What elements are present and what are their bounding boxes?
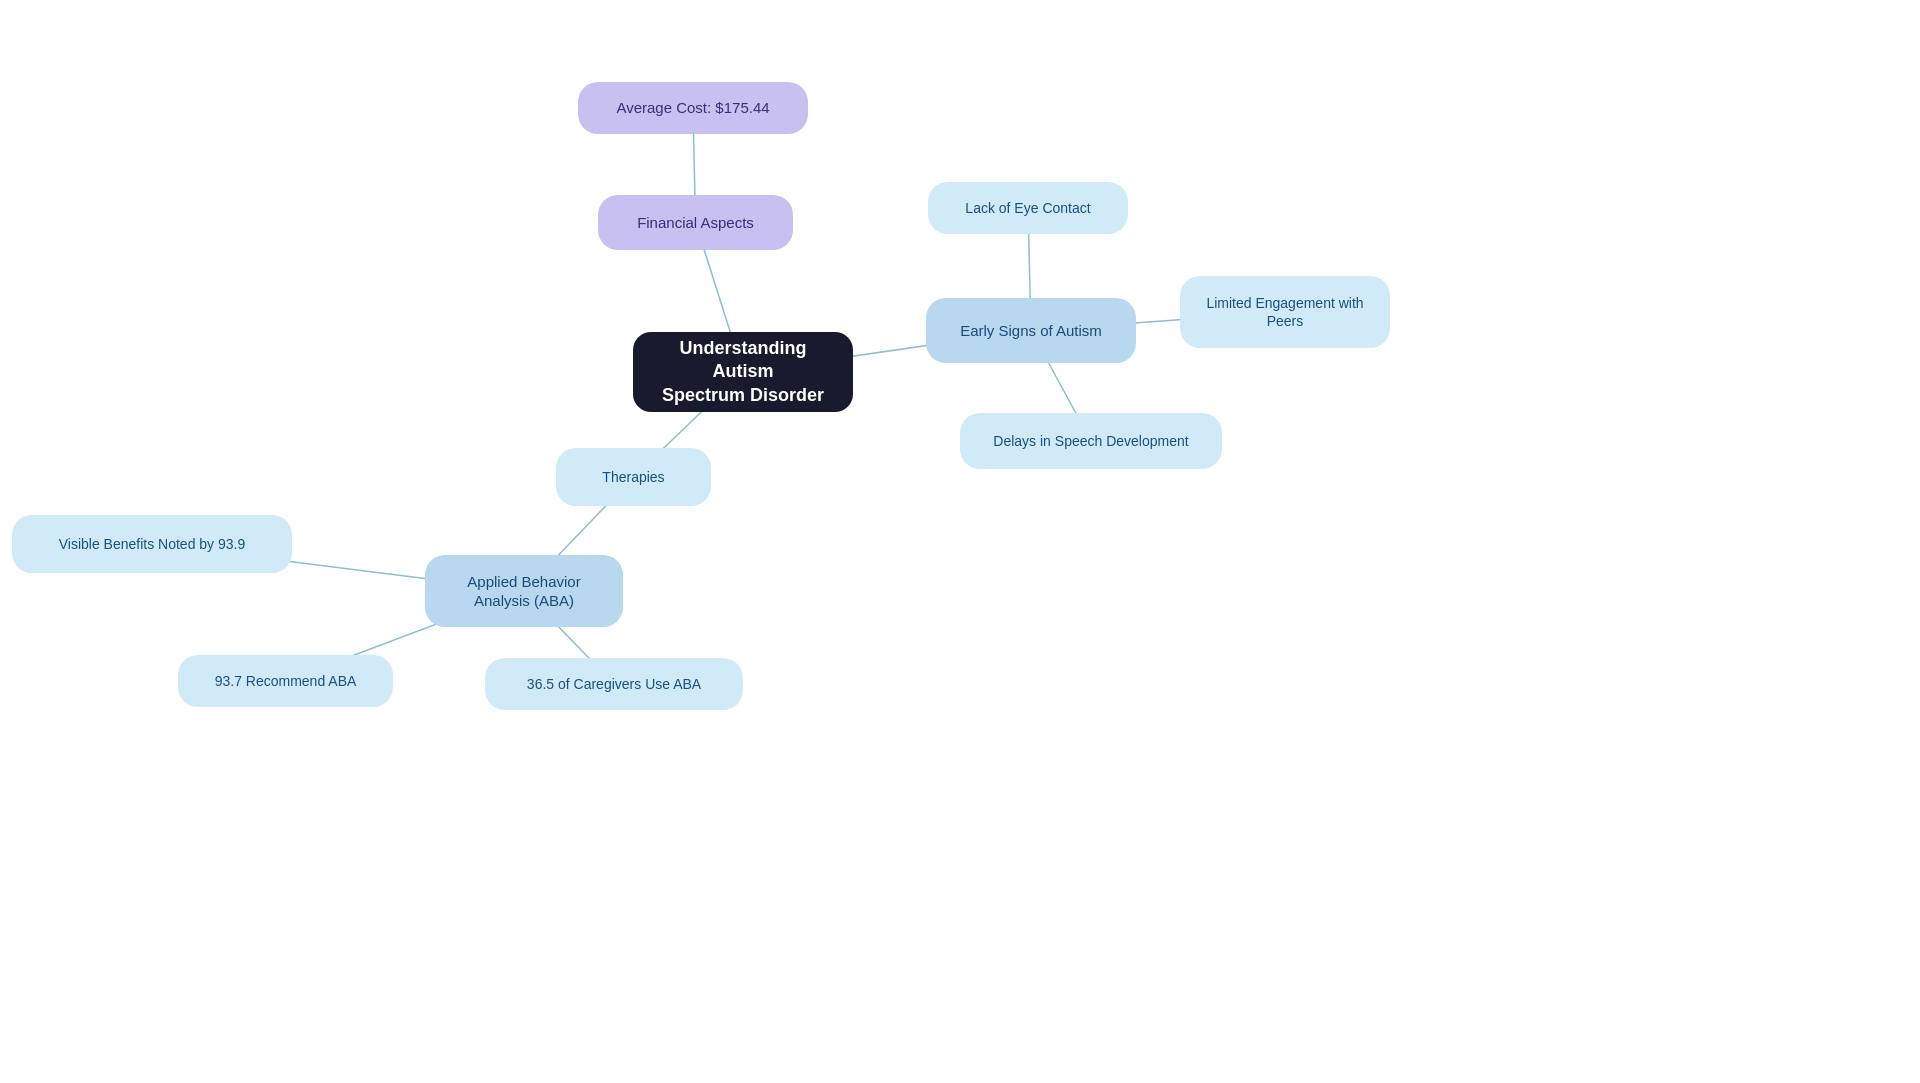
lack-eye-contact-label: Lack of Eye Contact bbox=[965, 199, 1090, 217]
therapies-node: Therapies bbox=[556, 448, 711, 506]
limited-engagement-label: Limited Engagement with Peers bbox=[1200, 294, 1370, 330]
center-node: Understanding Autism Spectrum Disorder bbox=[633, 332, 853, 412]
average-cost-node: Average Cost: $175.44 bbox=[578, 82, 808, 134]
caregivers-aba-label: 36.5 of Caregivers Use ABA bbox=[527, 675, 701, 693]
delays-speech-node: Delays in Speech Development bbox=[960, 413, 1222, 469]
therapies-label: Therapies bbox=[602, 468, 664, 486]
early-signs-node: Early Signs of Autism bbox=[926, 298, 1136, 363]
caregivers-aba-node: 36.5 of Caregivers Use ABA bbox=[485, 658, 743, 710]
aba-label: Applied Behavior Analysis (ABA) bbox=[445, 572, 603, 611]
limited-engagement-node: Limited Engagement with Peers bbox=[1180, 276, 1390, 348]
average-cost-label: Average Cost: $175.44 bbox=[616, 98, 769, 118]
center-label: Understanding Autism Spectrum Disorder bbox=[653, 337, 833, 407]
financial-aspects-label: Financial Aspects bbox=[637, 213, 754, 233]
recommend-aba-label: 93.7 Recommend ABA bbox=[215, 672, 357, 690]
delays-speech-label: Delays in Speech Development bbox=[993, 432, 1188, 450]
visible-benefits-node: Visible Benefits Noted by 93.9 bbox=[12, 515, 292, 573]
recommend-aba-node: 93.7 Recommend ABA bbox=[178, 655, 393, 707]
aba-node: Applied Behavior Analysis (ABA) bbox=[425, 555, 623, 627]
visible-benefits-label: Visible Benefits Noted by 93.9 bbox=[59, 535, 246, 553]
lack-eye-contact-node: Lack of Eye Contact bbox=[928, 182, 1128, 234]
early-signs-label: Early Signs of Autism bbox=[960, 321, 1102, 341]
financial-aspects-node: Financial Aspects bbox=[598, 195, 793, 250]
